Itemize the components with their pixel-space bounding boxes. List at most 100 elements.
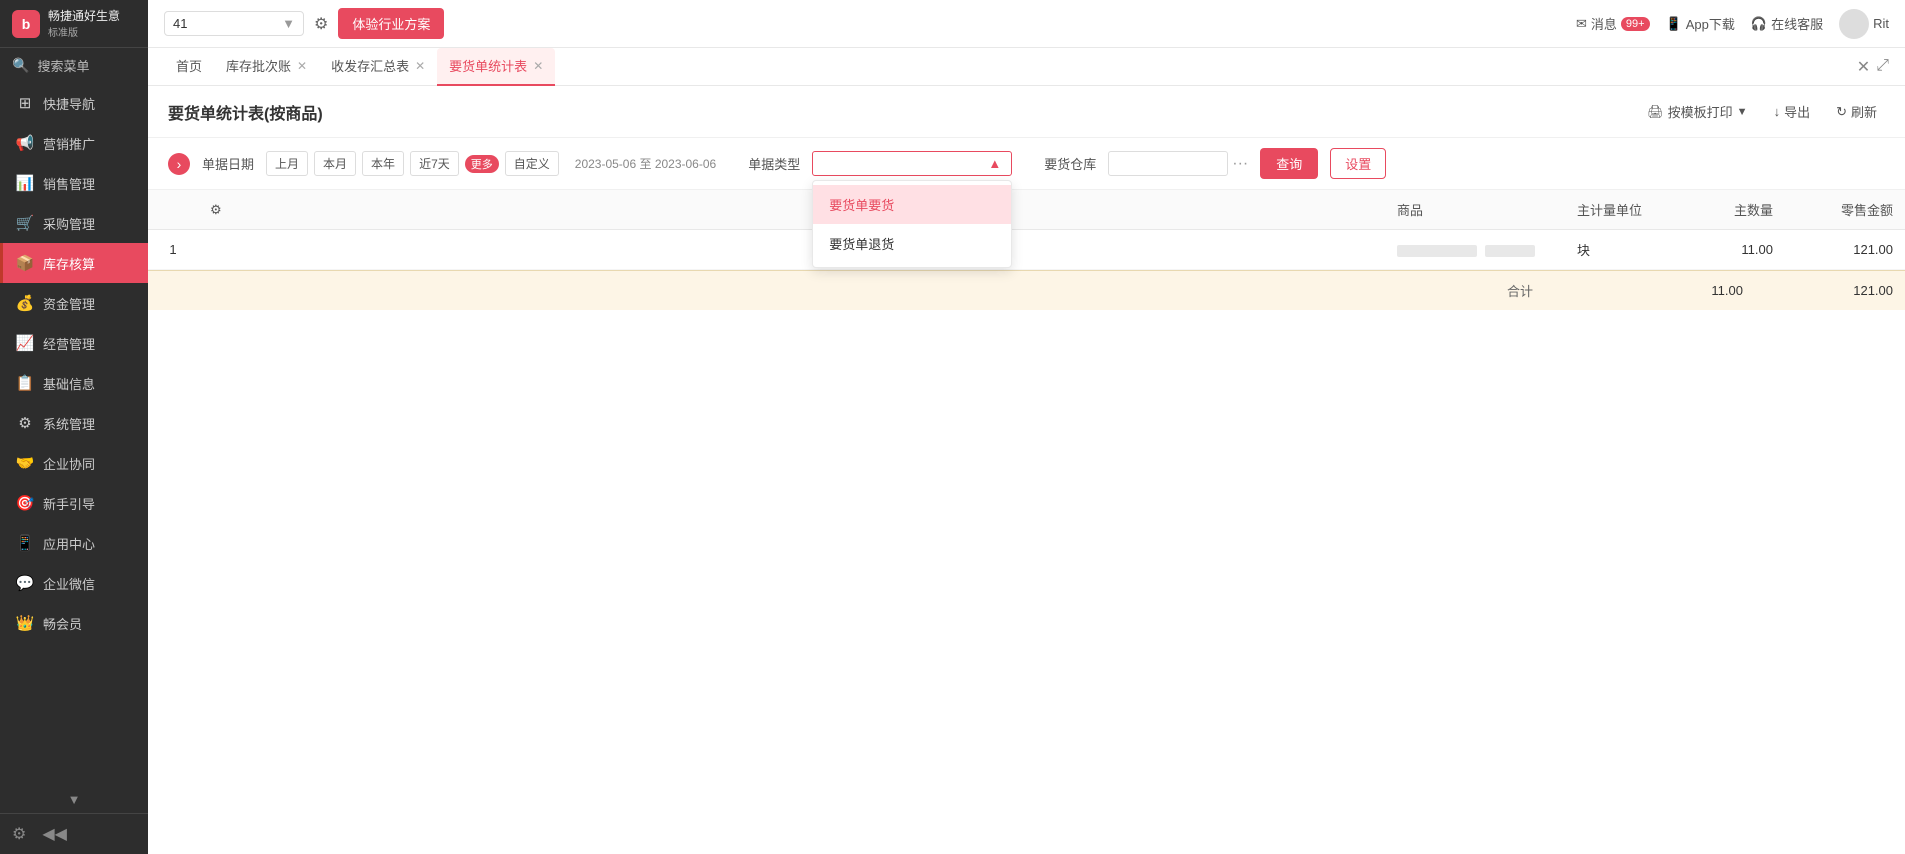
warehouse-filter-area: ··· (1108, 151, 1248, 176)
page-title: 要货单统计表(按商品) (168, 100, 323, 124)
sidebar-item-appcenter[interactable]: 📱 应用中心 (0, 523, 148, 563)
type-select-value (823, 156, 943, 171)
this-year-btn[interactable]: 本年 (362, 151, 404, 176)
guide-icon: 🎯 (15, 493, 35, 513)
tab-receivable-summary-label: 收发存汇总表 (331, 56, 409, 75)
col-header-unit: 主计量单位 (1565, 190, 1665, 230)
print-button[interactable]: 🖨 按模板打印 ▼ (1639, 98, 1755, 125)
sidebar-item-finance[interactable]: 💰 资金管理 (0, 283, 148, 323)
header-gear-icon[interactable]: ⚙ (314, 14, 328, 34)
col-header-gear[interactable]: ⚙ (198, 190, 1385, 230)
trial-button[interactable]: 体验行业方案 (338, 8, 444, 39)
sidebar-item-sales[interactable]: 📊 销售管理 (0, 163, 148, 203)
tab-expand-icon[interactable]: ⤢ (1876, 57, 1889, 77)
sidebar-item-wechat[interactable]: 💬 企业微信 (0, 563, 148, 603)
more-date-badge[interactable]: 更多 (465, 155, 499, 173)
sidebar-item-operations[interactable]: 📈 经营管理 (0, 323, 148, 363)
sidebar-item-label: 营销推广 (43, 134, 95, 153)
col-header-product: 商品 (1385, 190, 1565, 230)
last-month-btn[interactable]: 上月 (266, 151, 308, 176)
filter-area: › 单据日期 上月 本月 本年 近7天 更多 自定义 2023-05-06 至 … (148, 138, 1905, 190)
tab-receivable-summary[interactable]: 收发存汇总表 ✕ (319, 48, 437, 86)
type-select-box[interactable]: ▲ (812, 151, 1012, 176)
export-icon: ↓ (1774, 104, 1781, 119)
sidebar-item-guide[interactable]: 🎯 新手引导 (0, 483, 148, 523)
type-filter-label: 单据类型 (748, 154, 800, 173)
setting-button[interactable]: 设置 (1330, 148, 1386, 179)
sidebar-item-label: 销售管理 (43, 174, 95, 193)
sidebar-item-member[interactable]: 👑 畅会员 (0, 603, 148, 643)
marketing-icon: 📢 (15, 133, 35, 153)
warehouse-input[interactable] (1108, 151, 1228, 176)
member-icon: 👑 (15, 613, 35, 633)
table-header-row: ⚙ 商品 主计量单位 主数量 零售金额 (148, 190, 1905, 230)
tab-requisition-stats-close[interactable]: ✕ (533, 59, 543, 73)
phone-icon: 📱 (1666, 16, 1682, 32)
app-download-button[interactable]: 📱 App下载 (1666, 14, 1735, 33)
refresh-label: 刷新 (1851, 102, 1877, 121)
cell-gear (198, 230, 1385, 270)
sidebar-item-label: 经营管理 (43, 334, 95, 353)
filter-row: › 单据日期 上月 本月 本年 近7天 更多 自定义 2023-05-06 至 … (168, 148, 1885, 179)
product-placeholder-2 (1485, 245, 1535, 257)
tab-home[interactable]: 首页 (164, 48, 214, 86)
inventory-icon: 📦 (15, 253, 35, 273)
operations-icon: 📈 (15, 333, 35, 353)
cell-amount: 121.00 (1785, 230, 1905, 270)
messages-label: 消息 (1591, 14, 1617, 33)
page-header: 要货单统计表(按商品) 🖨 按模板打印 ▼ ↓ 导出 ↻ 刷新 (148, 86, 1905, 138)
message-icon: ✉ (1576, 16, 1587, 32)
sidebar-item-basic[interactable]: 📋 基础信息 (0, 363, 148, 403)
main-area: 41 ▼ ⚙ 体验行业方案 ✉ 消息 99+ 📱 App下载 🎧 在线客服 Ri… (148, 0, 1905, 854)
messages-badge: 99+ (1621, 17, 1650, 31)
table-container: ⚙ 商品 主计量单位 主数量 零售金额 1 (148, 190, 1905, 270)
page-header-actions: 🖨 按模板打印 ▼ ↓ 导出 ↻ 刷新 (1639, 98, 1885, 125)
type-option-return[interactable]: 要货单退货 (813, 224, 1011, 263)
cell-seq: 1 (148, 230, 198, 270)
store-number: 41 (173, 16, 187, 31)
tab-inventory-batch-close[interactable]: ✕ (297, 59, 307, 73)
cell-product (1385, 230, 1565, 270)
date-filter-label: 单据日期 (202, 154, 254, 173)
sidebar-item-inventory[interactable]: 📦 库存核算 (0, 243, 148, 283)
filter-expand-button[interactable]: › (168, 153, 190, 175)
app-edition: 标准版 (48, 24, 120, 39)
sidebar-item-label: 企业微信 (43, 574, 95, 593)
export-button[interactable]: ↓ 导出 (1766, 98, 1819, 125)
sidebar-item-purchase[interactable]: 🛒 采购管理 (0, 203, 148, 243)
sidebar-item-label: 库存核算 (43, 254, 95, 273)
type-option-requisition[interactable]: 要货单要货 (813, 185, 1011, 224)
sidebar-item-enterprise[interactable]: 🤝 企业协同 (0, 443, 148, 483)
tab-receivable-summary-close[interactable]: ✕ (415, 59, 425, 73)
export-label: 导出 (1784, 102, 1810, 121)
refresh-button[interactable]: ↻ 刷新 (1828, 98, 1885, 125)
sidebar-search[interactable]: 🔍 搜索菜单 (0, 48, 148, 83)
tab-inventory-batch[interactable]: 库存批次账 ✕ (214, 48, 319, 86)
sidebar-item-marketing[interactable]: 📢 营销推广 (0, 123, 148, 163)
tabs-bar: 首页 库存批次账 ✕ 收发存汇总表 ✕ 要货单统计表 ✕ ✕ ⤢ (148, 48, 1905, 86)
user-profile[interactable]: Rit (1839, 9, 1889, 39)
tab-requisition-stats[interactable]: 要货单统计表 ✕ (437, 48, 555, 86)
warehouse-filter-label: 要货仓库 (1044, 154, 1096, 173)
type-chevron-icon: ▲ (988, 156, 1001, 171)
search-icon: 🔍 (12, 57, 29, 74)
online-support-label: 在线客服 (1771, 14, 1823, 33)
collapse-sidebar-icon[interactable]: ◀◀ (42, 824, 67, 844)
custom-date-btn[interactable]: 自定义 (505, 151, 559, 176)
this-month-btn[interactable]: 本月 (314, 151, 356, 176)
messages-button[interactable]: ✉ 消息 99+ (1576, 14, 1650, 33)
more-options-btn[interactable]: ··· (1232, 155, 1248, 173)
online-support-button[interactable]: 🎧 在线客服 (1751, 14, 1823, 33)
sidebar-item-system[interactable]: ⚙ 系统管理 (0, 403, 148, 443)
query-button[interactable]: 查询 (1260, 148, 1318, 179)
wechat-icon: 💬 (15, 573, 35, 593)
store-selector[interactable]: 41 ▼ (164, 11, 304, 36)
col-header-seq (148, 190, 198, 230)
column-settings-icon[interactable]: ⚙ (210, 202, 222, 217)
sidebar-scroll-down[interactable]: ▼ (0, 786, 148, 813)
tab-close-all-icon[interactable]: ✕ (1857, 57, 1870, 77)
sidebar-item-label: 系统管理 (43, 414, 95, 433)
last-7days-btn[interactable]: 近7天 (410, 151, 459, 176)
sidebar-item-shortcut[interactable]: ⊞ 快捷导航 (0, 83, 148, 123)
settings-icon[interactable]: ⚙ (12, 824, 26, 844)
